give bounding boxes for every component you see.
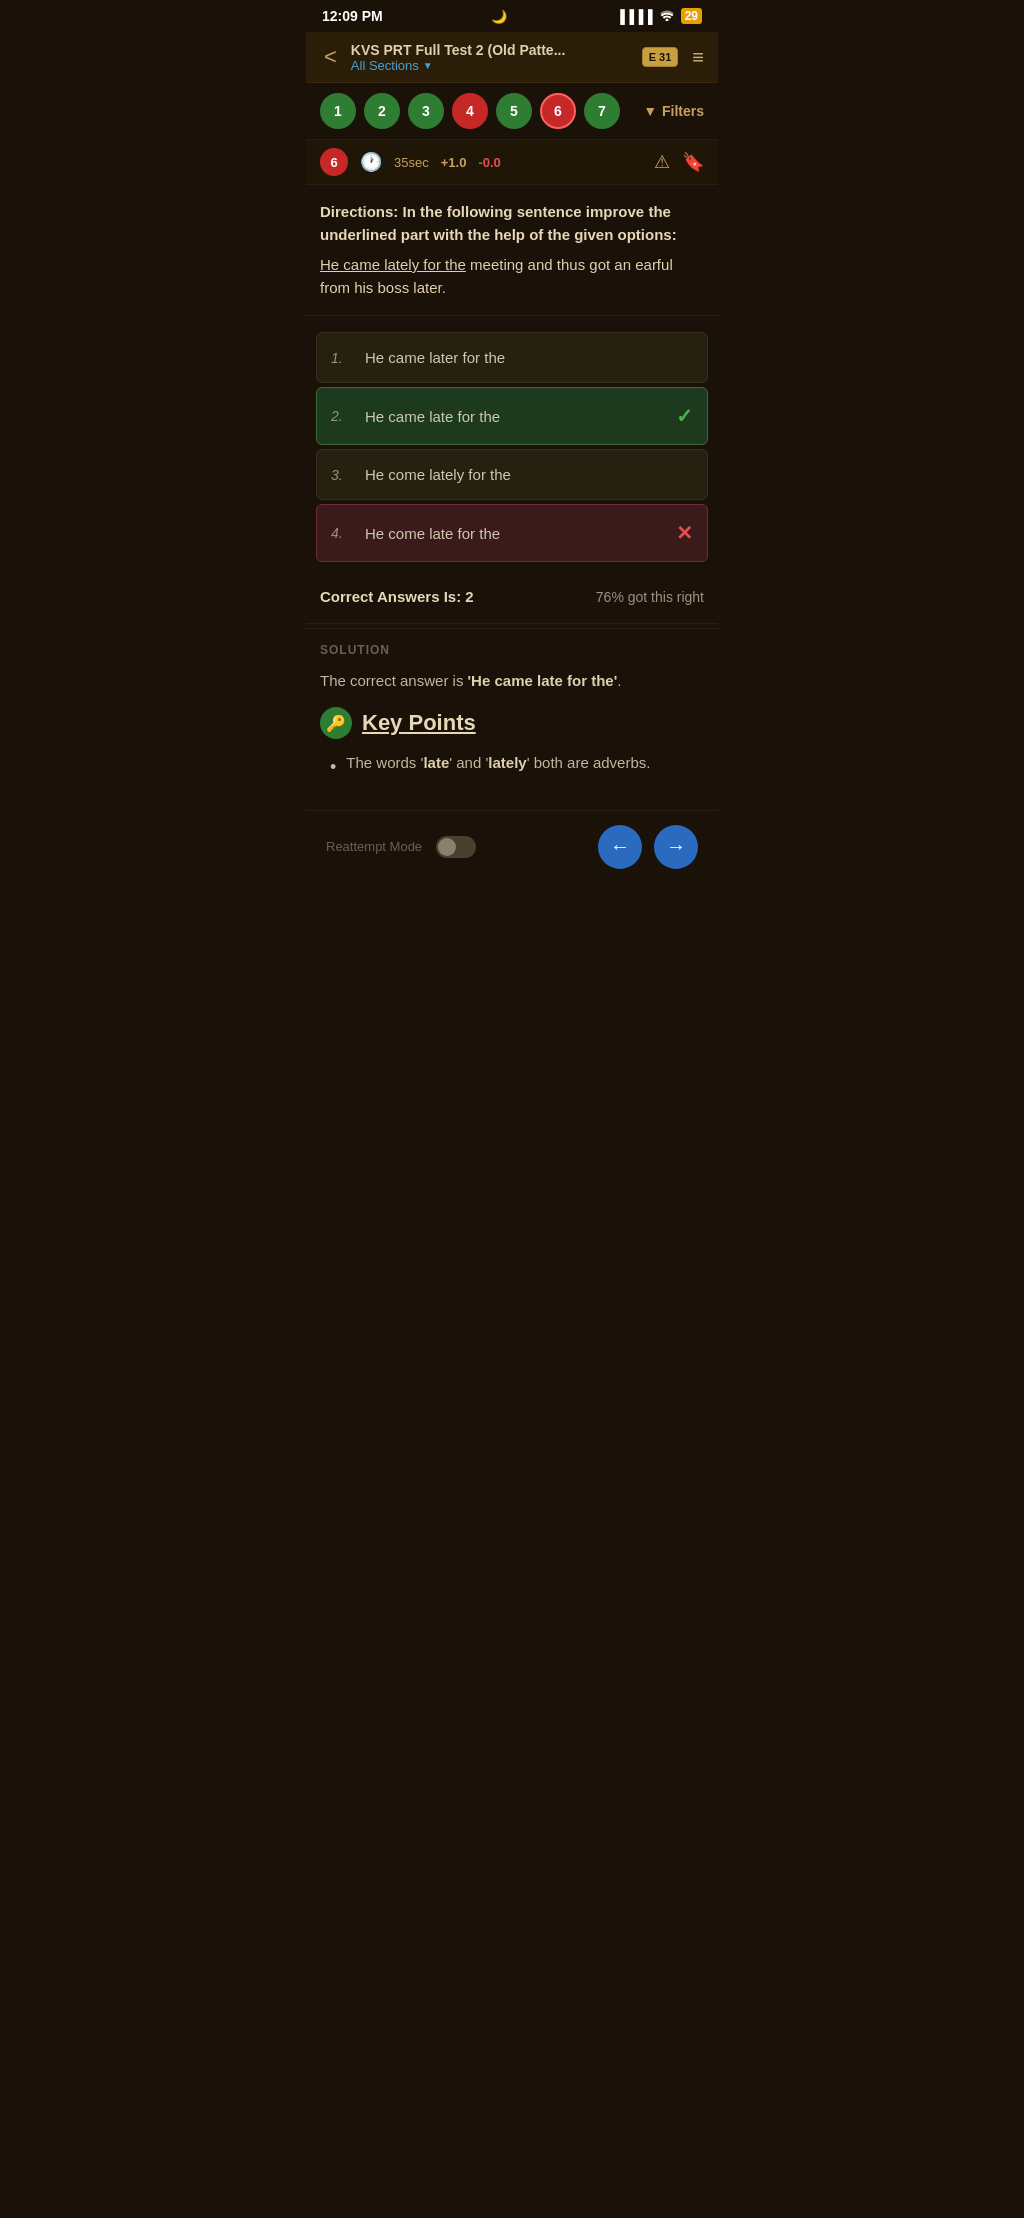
option-row-3[interactable]: 3. He come lately for the: [316, 449, 708, 500]
key-points-header: 🔑 Key Points: [320, 707, 704, 739]
hamburger-menu-icon[interactable]: ≡: [692, 46, 704, 69]
filters-button[interactable]: ▼ Filters: [643, 103, 704, 119]
bullet-item-1: • The words 'late' and 'lately' both are…: [330, 751, 704, 782]
cross-icon: ✕: [676, 521, 693, 545]
solution-label: SOLUTION: [320, 643, 704, 657]
next-question-button[interactable]: →: [654, 825, 698, 869]
question-pill-2[interactable]: 2: [364, 93, 400, 129]
option-num-3: 3.: [331, 467, 351, 483]
solution-text-1: The correct answer is: [320, 672, 468, 689]
option-text-2: He came late for the: [365, 408, 662, 425]
question-pill-1[interactable]: 1: [320, 93, 356, 129]
bullet-dot-icon: •: [330, 753, 336, 782]
question-block: Directions: In the following sentence im…: [306, 185, 718, 311]
answer-info: Correct Answers Is: 2 76% got this right: [306, 574, 718, 619]
filters-label: Filters: [662, 103, 704, 119]
option-text-1: He came later for the: [365, 349, 693, 366]
key-points-title: Key Points: [362, 710, 476, 736]
question-pill-7[interactable]: 7: [584, 93, 620, 129]
question-directions: Directions: In the following sentence im…: [320, 201, 704, 246]
nav-actions: E 31 ≡: [642, 46, 704, 69]
question-pill-5[interactable]: 5: [496, 93, 532, 129]
option-row-2[interactable]: 2. He came late for the ✓: [316, 387, 708, 445]
option-num-4: 4.: [331, 525, 351, 541]
alert-icon[interactable]: ⚠: [654, 151, 670, 173]
question-pill-3[interactable]: 3: [408, 93, 444, 129]
reattempt-toggle[interactable]: [436, 836, 476, 858]
top-nav: < KVS PRT Full Test 2 (Old Patte... All …: [306, 32, 718, 83]
option-text-4: He come late for the: [365, 525, 662, 542]
checkmark-icon: ✓: [676, 404, 693, 428]
question-pill-6[interactable]: 6: [540, 93, 576, 129]
reattempt-label: Reattempt Mode: [326, 839, 422, 854]
filter-icon: ▼: [643, 103, 657, 119]
option-num-1: 1.: [331, 350, 351, 366]
question-meta: 6 🕐 35sec +1.0 -0.0 ⚠ 🔖: [306, 139, 718, 185]
time-text: 35sec: [394, 155, 429, 170]
status-time: 12:09 PM: [322, 8, 383, 24]
option-row-4[interactable]: 4. He come late for the ✕: [316, 504, 708, 562]
option-text-3: He come lately for the: [365, 466, 693, 483]
toggle-thumb: [438, 838, 456, 856]
solution-bold-answer: 'He came late for the': [468, 672, 618, 689]
bullet-text-1: The words 'late' and 'lately' both are a…: [346, 751, 650, 775]
divider-1: [306, 315, 718, 316]
bold-late: late: [423, 754, 449, 771]
e31-badge[interactable]: E 31: [642, 47, 679, 67]
question-number-badge: 6: [320, 148, 348, 176]
moon-icon: 🌙: [491, 9, 507, 24]
question-pill-4[interactable]: 4: [452, 93, 488, 129]
underlined-text: He came lately for the: [320, 256, 466, 273]
bullet-list: • The words 'late' and 'lately' both are…: [320, 751, 704, 810]
wifi-icon: [659, 9, 675, 24]
nav-arrows: ← →: [598, 825, 698, 869]
battery-badge: 29: [681, 8, 702, 24]
score-negative: -0.0: [478, 155, 500, 170]
bold-lately: lately: [488, 754, 526, 771]
option-row-1[interactable]: 1. He came later for the: [316, 332, 708, 383]
nav-title: KVS PRT Full Test 2 (Old Patte...: [351, 42, 632, 58]
percentage-text: 76% got this right: [596, 589, 704, 605]
key-icon: 🔑: [320, 707, 352, 739]
bookmark-icon[interactable]: 🔖: [682, 151, 704, 173]
solution-section: SOLUTION The correct answer is 'He came …: [306, 628, 718, 810]
timer-icon: 🕐: [360, 151, 382, 173]
nav-title-block: KVS PRT Full Test 2 (Old Patte... All Se…: [351, 42, 632, 73]
correct-answer-label: Correct Answers Is: 2: [320, 588, 474, 605]
section-label: All Sections: [351, 58, 419, 73]
solution-text: The correct answer is 'He came late for …: [320, 669, 704, 693]
score-positive: +1.0: [441, 155, 467, 170]
status-bar: 12:09 PM 🌙 ▐▐▐▐ 29: [306, 0, 718, 32]
solution-text-2: .: [617, 672, 621, 689]
back-button[interactable]: <: [320, 40, 341, 74]
option-num-2: 2.: [331, 408, 351, 424]
divider-2: [306, 623, 718, 624]
prev-question-button[interactable]: ←: [598, 825, 642, 869]
question-pills: 1 2 3 4 5 6 7 ▼ Filters: [306, 83, 718, 139]
question-sentence: He came lately for the meeting and thus …: [320, 254, 704, 299]
chevron-down-icon: ▼: [423, 60, 433, 71]
options-container: 1. He came later for the 2. He came late…: [306, 320, 718, 574]
signal-icon: ▐▐▐▐: [616, 9, 653, 24]
nav-subtitle[interactable]: All Sections ▼: [351, 58, 632, 73]
bottom-bar: Reattempt Mode ← →: [306, 810, 718, 883]
status-icons: ▐▐▐▐ 29: [616, 8, 702, 24]
